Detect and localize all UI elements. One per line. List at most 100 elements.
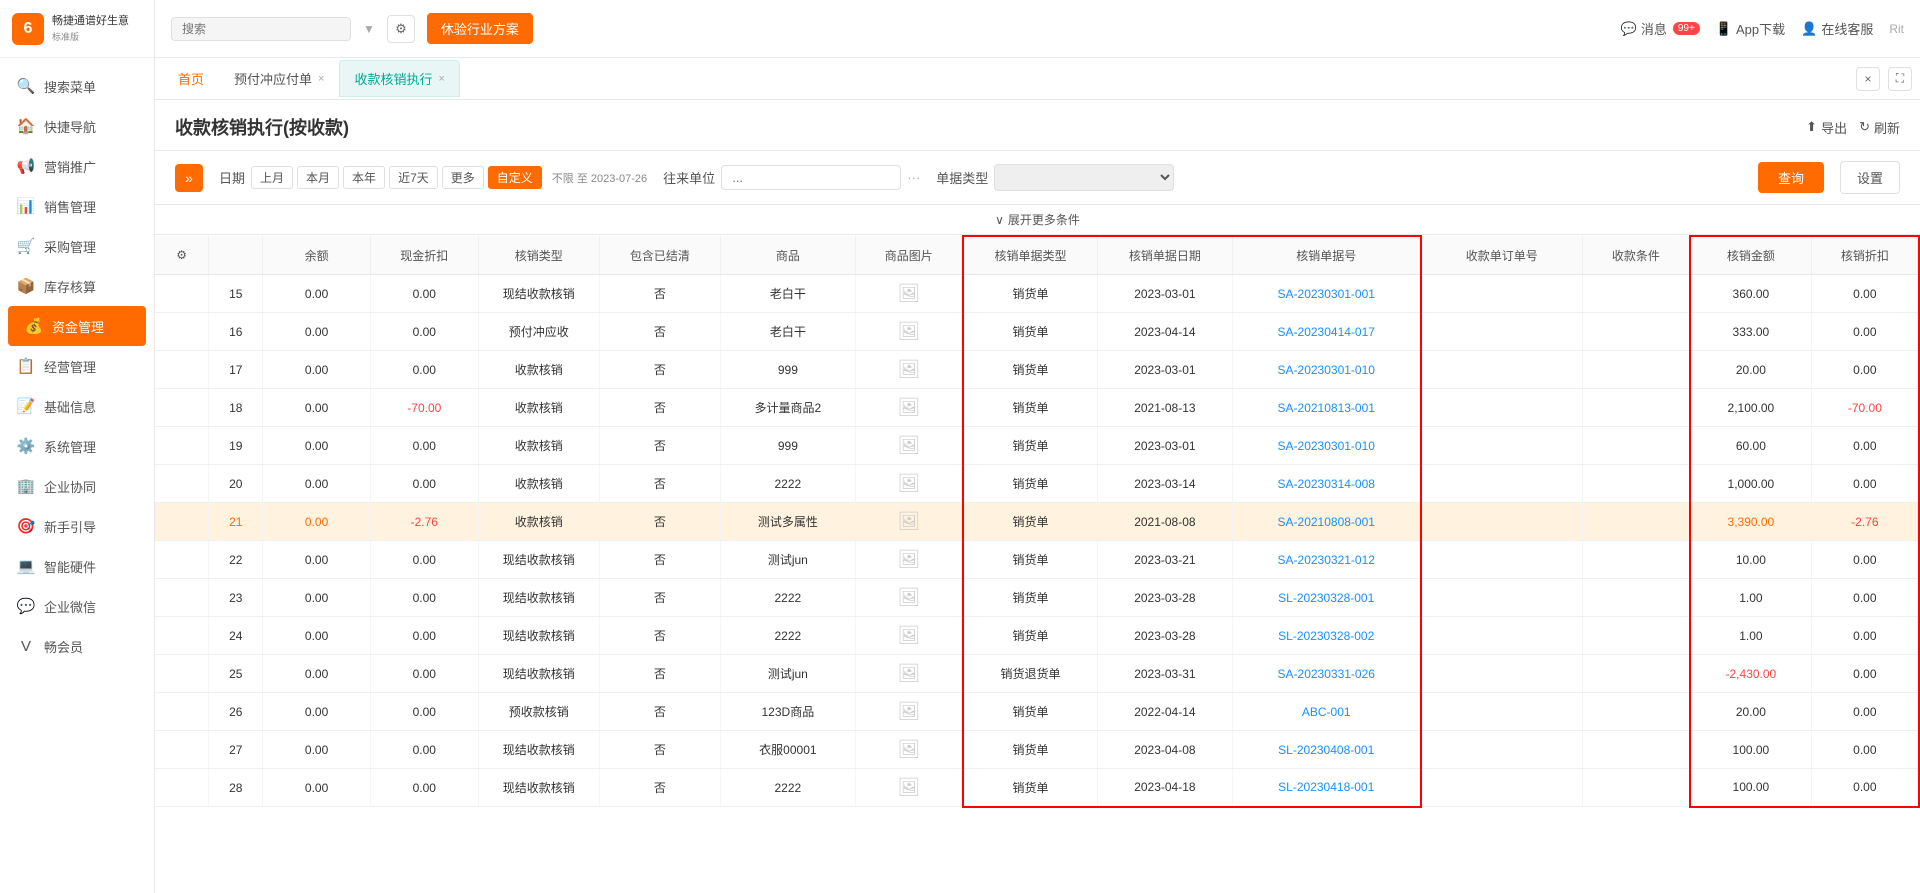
source-input[interactable] [721, 165, 901, 190]
minimize-btn[interactable]: × [1856, 67, 1880, 91]
row-verify-bill-no[interactable]: SA-20230314-008 [1232, 465, 1421, 503]
row-receipt-order-no [1421, 769, 1583, 807]
refresh-button[interactable]: ↻ 刷新 [1859, 118, 1900, 137]
sidebar-item-inventory[interactable]: 📦库存核算 [0, 266, 154, 306]
date-shortcut-近7天[interactable]: 近7天 [389, 166, 438, 189]
settings-gear-icon[interactable]: ⚙ [387, 15, 415, 43]
row-balance: 0.00 [263, 617, 371, 655]
row-verify-bill-no[interactable]: SA-20230321-012 [1232, 541, 1421, 579]
row-receipt-order-no [1421, 275, 1583, 313]
row-verify-bill-no[interactable]: SL-20230328-001 [1232, 579, 1421, 617]
bill-no-link[interactable]: SA-20230301-001 [1278, 287, 1375, 301]
row-receipt-order-no [1421, 503, 1583, 541]
date-shortcut-本年[interactable]: 本年 [343, 166, 385, 189]
sidebar-item-operations[interactable]: 📋经营管理 [0, 346, 154, 386]
sidebar-item-label: 基础信息 [44, 397, 96, 416]
bill-no-link[interactable]: SA-20230321-012 [1278, 553, 1375, 567]
tab-prepay[interactable]: 预付冲应付单× [219, 60, 339, 97]
sidebar-item-finance[interactable]: 💰资金管理 [8, 306, 146, 346]
date-shortcut-上月[interactable]: 上月 [251, 166, 293, 189]
sidebar-item-member[interactable]: V畅会员 [0, 626, 154, 666]
sidebar-item-search[interactable]: 🔍搜索菜单 [0, 66, 154, 106]
export-button[interactable]: ⬆ 导出 [1806, 118, 1847, 137]
date-shortcut-更多[interactable]: 更多 [442, 166, 484, 189]
bill-type-select[interactable] [994, 164, 1174, 191]
col-settings[interactable]: ⚙ [155, 236, 209, 275]
row-verify-bill-type: 销货单 [963, 313, 1098, 351]
row-verify-bill-no[interactable]: SA-20210813-001 [1232, 389, 1421, 427]
filter-expand-button[interactable]: » [175, 164, 203, 192]
date-label: 日期 [219, 168, 245, 187]
bill-no-link[interactable]: ABC-001 [1302, 705, 1351, 719]
online-service-btn[interactable]: 👤 在线客服 [1801, 19, 1873, 38]
bill-no-link[interactable]: SA-20210813-001 [1278, 401, 1375, 415]
row-verify-bill-no[interactable]: SA-20230301-001 [1232, 275, 1421, 313]
bill-no-link[interactable]: SL-20230408-001 [1278, 743, 1374, 757]
search-input[interactable] [171, 17, 351, 41]
row-settings[interactable] [155, 769, 209, 807]
sidebar-item-hardware[interactable]: 💻智能硬件 [0, 546, 154, 586]
logo-icon: 6 [12, 13, 44, 45]
row-settings[interactable] [155, 313, 209, 351]
query-button[interactable]: 查询 [1758, 162, 1824, 193]
bill-no-link[interactable]: SA-20210808-001 [1278, 515, 1375, 529]
tab-close-icon[interactable]: × [318, 73, 324, 85]
row-settings[interactable] [155, 731, 209, 769]
tab-receivable[interactable]: 收款核销执行× [339, 60, 459, 97]
row-settings[interactable] [155, 617, 209, 655]
row-verify-bill-type: 销货单 [963, 351, 1098, 389]
row-verify-bill-no[interactable]: SL-20230418-001 [1232, 769, 1421, 807]
marketing-icon: 📢 [16, 156, 36, 176]
row-settings[interactable] [155, 541, 209, 579]
bill-no-link[interactable]: SL-20230328-001 [1278, 591, 1374, 605]
row-settings[interactable] [155, 503, 209, 541]
row-settings[interactable] [155, 389, 209, 427]
settings-button[interactable]: 设置 [1840, 161, 1900, 194]
tab-home[interactable]: 首页 [163, 60, 219, 97]
date-shortcut-本月[interactable]: 本月 [297, 166, 339, 189]
row-verify-bill-no[interactable]: SA-20230301-010 [1232, 427, 1421, 465]
bill-no-link[interactable]: SA-20230331-026 [1278, 667, 1375, 681]
row-goods-image: 🖼 [855, 655, 963, 693]
bill-no-link[interactable]: SA-20230301-010 [1278, 439, 1375, 453]
sidebar-item-marketing[interactable]: 📢营销推广 [0, 146, 154, 186]
bill-no-link[interactable]: SL-20230328-002 [1278, 629, 1374, 643]
sidebar-item-quick-nav[interactable]: 🏠快捷导航 [0, 106, 154, 146]
sidebar-item-sales[interactable]: 📊销售管理 [0, 186, 154, 226]
row-settings[interactable] [155, 427, 209, 465]
row-verify-bill-no[interactable]: SL-20230328-002 [1232, 617, 1421, 655]
sidebar-item-guide[interactable]: 🎯新手引导 [0, 506, 154, 546]
row-settings[interactable] [155, 275, 209, 313]
row-settings[interactable] [155, 351, 209, 389]
sidebar-item-system[interactable]: ⚙️系统管理 [0, 426, 154, 466]
table-wrap[interactable]: ⚙余额现金折扣核销类型包含已结清商品商品图片核销单据类型核销单据日期核销单据号收… [155, 235, 1920, 893]
row-settings[interactable] [155, 655, 209, 693]
row-settings[interactable] [155, 693, 209, 731]
custom-date-btn[interactable]: 自定义 [488, 166, 542, 189]
bill-no-link[interactable]: SL-20230418-001 [1278, 780, 1374, 794]
tab-close-icon[interactable]: × [438, 73, 444, 85]
messages-btn[interactable]: 💬 消息 99+ [1621, 19, 1700, 38]
sidebar-item-basic-info[interactable]: 📝基础信息 [0, 386, 154, 426]
solution-button[interactable]: 休验行业方案 [427, 13, 533, 44]
expand-more-bar[interactable]: ∨ 展开更多条件 [155, 205, 1920, 235]
row-verify-bill-no[interactable]: SA-20230301-010 [1232, 351, 1421, 389]
maximize-btn[interactable]: ⛶ [1888, 67, 1912, 91]
table-row: 270.000.00现结收款核销否衣服00001🖼销货单2023-04-08SL… [155, 731, 1919, 769]
row-verify-bill-no[interactable]: SL-20230408-001 [1232, 731, 1421, 769]
bill-no-link[interactable]: SA-20230414-017 [1278, 325, 1375, 339]
bill-no-link[interactable]: SA-20230314-008 [1278, 477, 1375, 491]
row-verify-bill-no[interactable]: SA-20210808-001 [1232, 503, 1421, 541]
sidebar-item-wechat[interactable]: 💬企业微信 [0, 586, 154, 626]
row-settings[interactable] [155, 465, 209, 503]
row-receipt-condition [1582, 655, 1690, 693]
row-verify-bill-no[interactable]: SA-20230414-017 [1232, 313, 1421, 351]
sidebar-item-enterprise[interactable]: 🏢企业协同 [0, 466, 154, 506]
row-verify-bill-no[interactable]: SA-20230331-026 [1232, 655, 1421, 693]
row-verify-bill-type: 销货单 [963, 579, 1098, 617]
row-verify-bill-no[interactable]: ABC-001 [1232, 693, 1421, 731]
bill-no-link[interactable]: SA-20230301-010 [1278, 363, 1375, 377]
app-download-btn[interactable]: 📱 App下载 [1716, 19, 1785, 38]
sidebar-item-purchase[interactable]: 🛒采购管理 [0, 226, 154, 266]
row-settings[interactable] [155, 579, 209, 617]
